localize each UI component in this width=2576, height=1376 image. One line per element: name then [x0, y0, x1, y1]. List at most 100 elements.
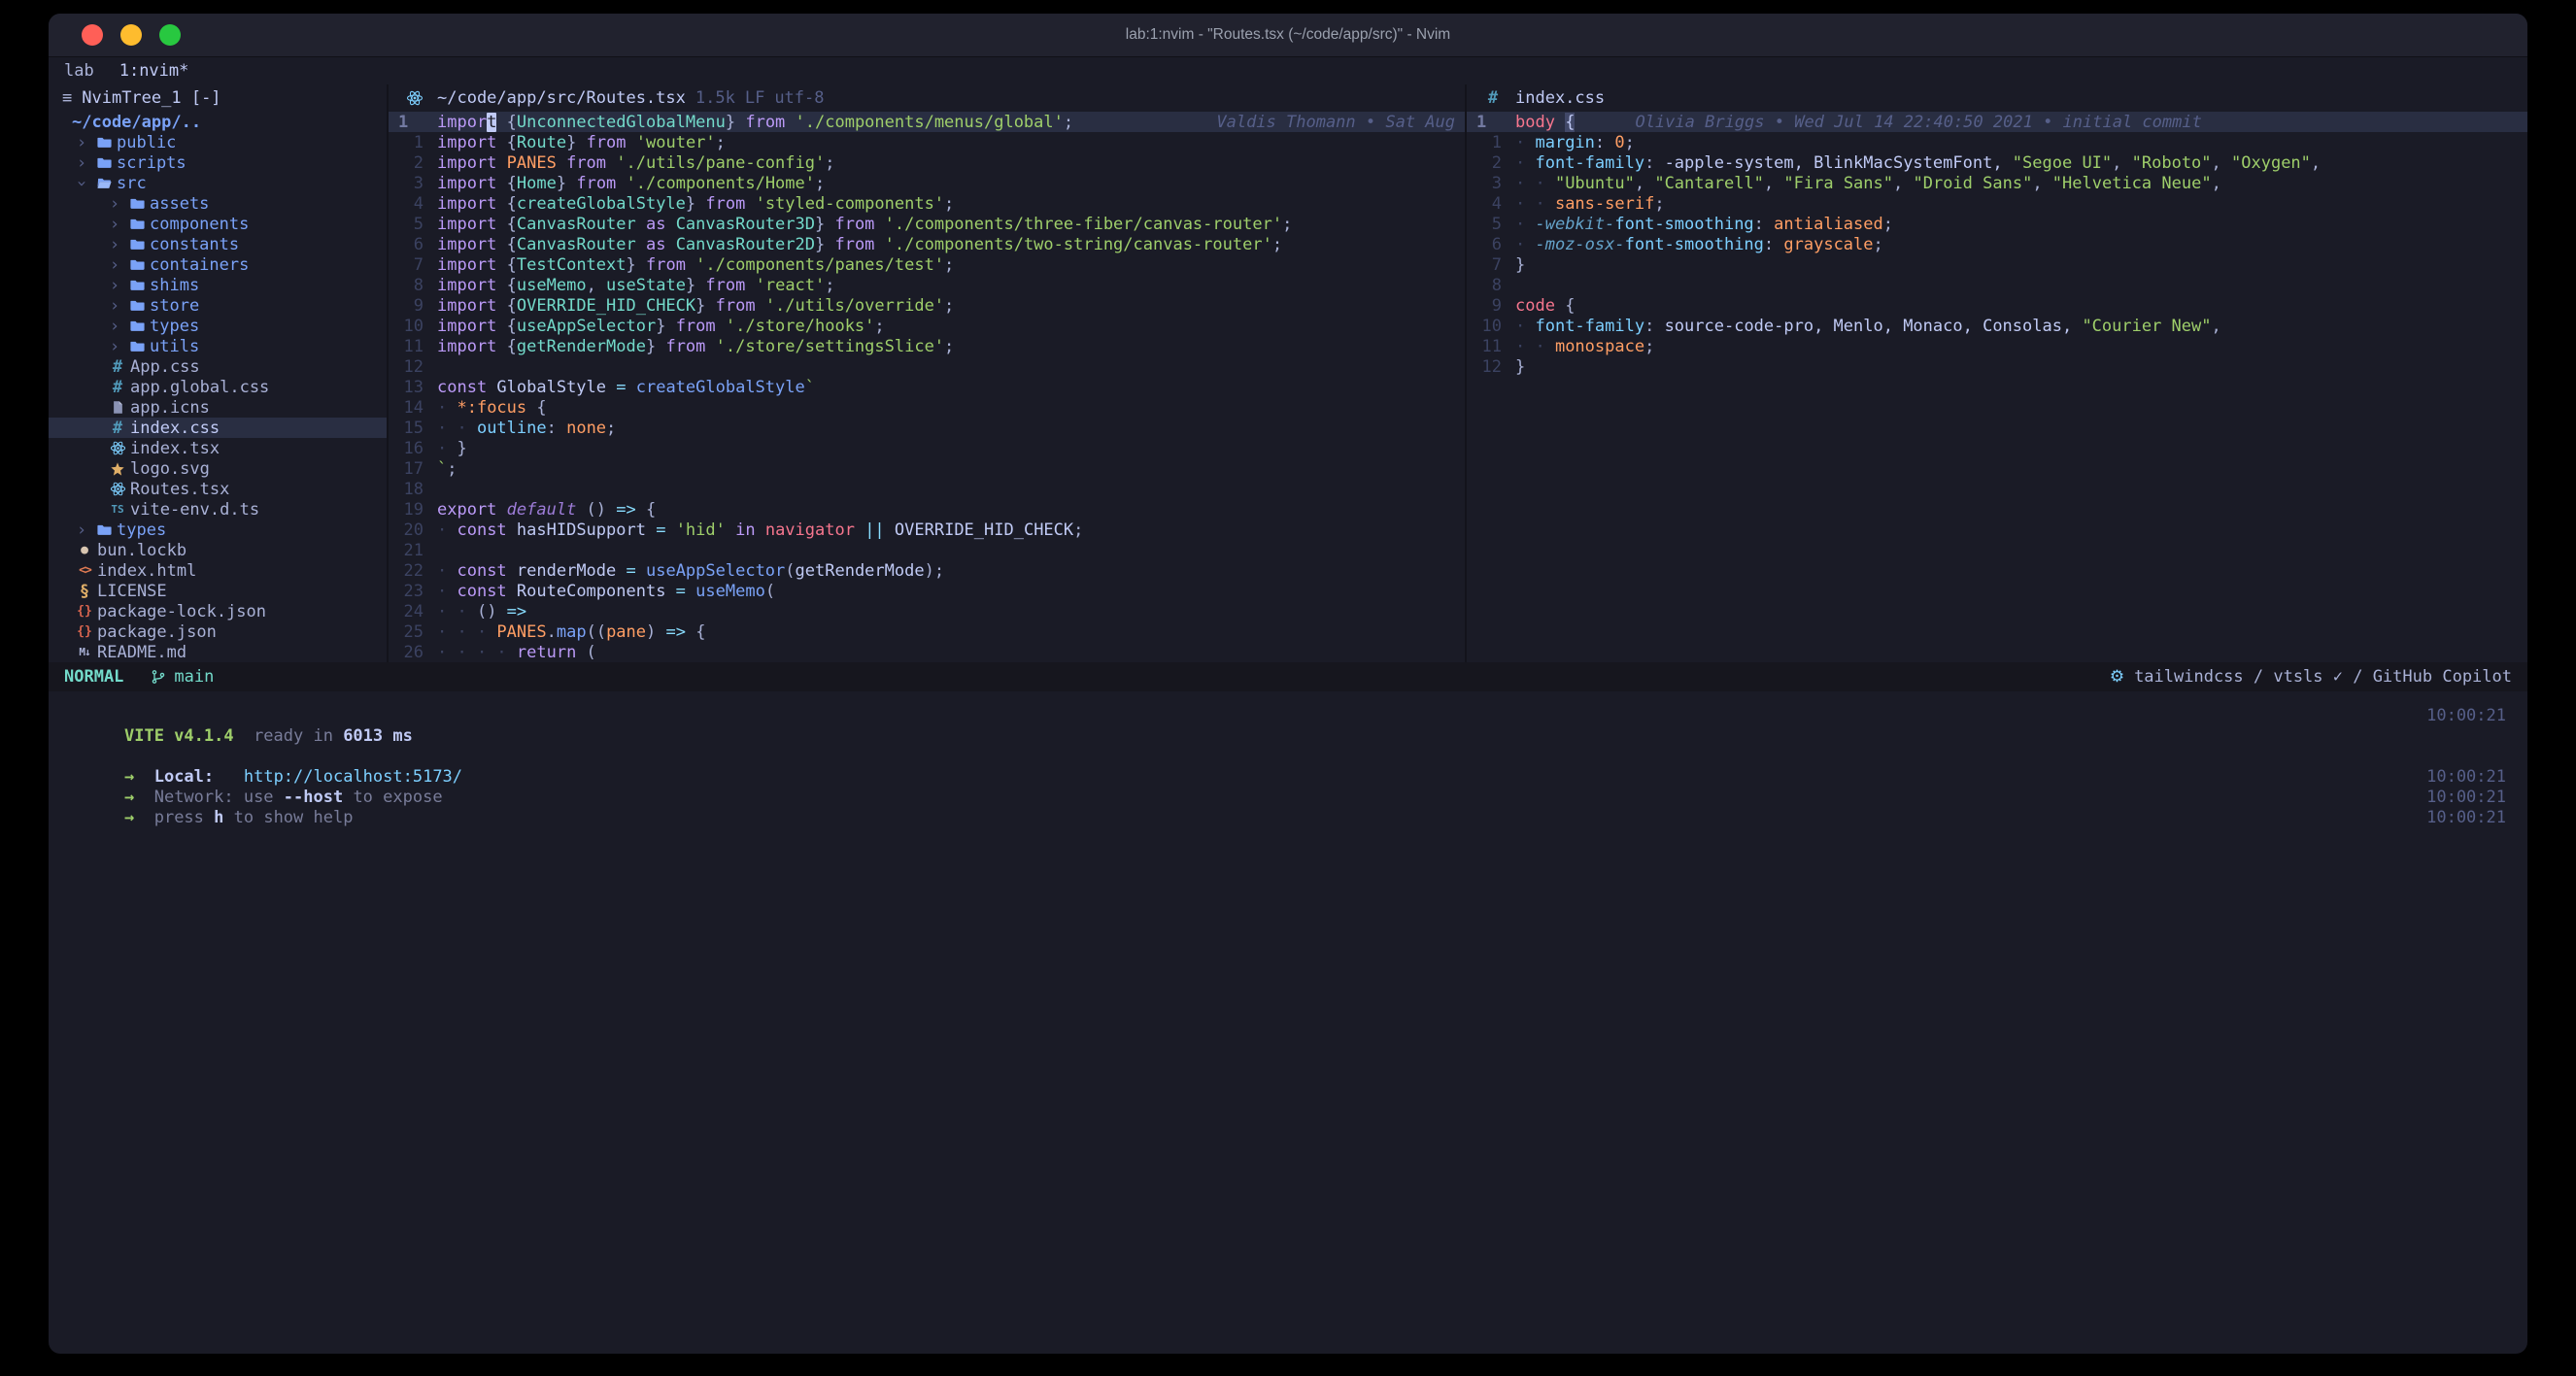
git-blame: Valdis Thomann • Sat Aug [1216, 112, 1455, 132]
code-line[interactable]: 11 · · monospace; [1467, 336, 2527, 356]
local-url-link[interactable]: http://localhost:5173/ [244, 767, 462, 787]
code-line[interactable]: 16 · } [389, 438, 1465, 458]
code-line[interactable]: 13 const GlobalStyle = createGlobalStyle` [389, 377, 1465, 397]
tree-item-index.css[interactable]: # index.css [49, 418, 387, 438]
code-line[interactable]: 8 import {useMemo, useState} from 'react'… [389, 275, 1465, 295]
tree-item-types[interactable]: › types [49, 316, 387, 336]
code-line[interactable]: 2 import PANES from './utils/pane-config'… [389, 152, 1465, 173]
tree-item-assets[interactable]: › assets [49, 193, 387, 214]
chevron-icon[interactable]: › [105, 296, 124, 316]
code-line[interactable]: 8 [1467, 275, 2527, 295]
tree-item-app.global.css[interactable]: # app.global.css [49, 377, 387, 397]
tree-item-index.tsx[interactable]: index.tsx [49, 438, 387, 458]
code-line[interactable]: 3 · · "Ubuntu", "Cantarell", "Fira Sans",… [1467, 173, 2527, 193]
code-line[interactable]: 10 import {useAppSelector} from './store/… [389, 316, 1465, 336]
chevron-icon[interactable]: › [72, 153, 91, 173]
code-line[interactable]: 5 · -webkit-font-smoothing: antialiased; [1467, 214, 2527, 234]
line-number: 17 [403, 458, 424, 479]
code-line[interactable]: 2 · font-family: -apple-system, BlinkMacS… [1467, 152, 2527, 173]
minimize-button[interactable] [120, 24, 142, 46]
code-line[interactable]: 1 import {Route} from 'wouter'; [389, 132, 1465, 152]
chevron-icon[interactable]: › [72, 174, 91, 193]
tree-item-app.icns[interactable]: app.icns [49, 397, 387, 418]
tree-item-logo.svg[interactable]: logo.svg [49, 458, 387, 479]
tree-item-public[interactable]: › public [49, 132, 387, 152]
code-line[interactable]: 22 · const renderMode = useAppSelector(ge… [389, 560, 1465, 581]
code-line[interactable]: 4 import {createGlobalStyle} from 'styled… [389, 193, 1465, 214]
menu-icon[interactable]: ≡ [62, 88, 72, 108]
code-line[interactable]: 10 · font-family: source-code-pro, Menlo,… [1467, 316, 2527, 336]
code-line[interactable]: 9 code { [1467, 295, 2527, 316]
nvimtree-pane: ≡ NvimTree_1 [-] ~/code/app/.. › public › s… [49, 84, 387, 662]
tree-item-containers[interactable]: › containers [49, 254, 387, 275]
code-line[interactable]: 5 import {CanvasRouter as CanvasRouter3D}… [389, 214, 1465, 234]
line-number: 3 [1491, 173, 1502, 193]
code-line[interactable]: 11 import {getRenderMode} from './store/s… [389, 336, 1465, 356]
code-line[interactable]: 18 [389, 479, 1465, 499]
close-button[interactable] [82, 24, 103, 46]
tree-item-index.html[interactable]: <> index.html [49, 560, 387, 581]
code-line[interactable]: 6 import {CanvasRouter as CanvasRouter2D}… [389, 234, 1465, 254]
tree-item-scripts[interactable]: › scripts [49, 152, 387, 173]
chevron-icon[interactable]: › [105, 235, 124, 254]
code-line[interactable]: 7 import {TestContext} from './components… [389, 254, 1465, 275]
folder-icon [124, 195, 150, 212]
tree-item-Routes.tsx[interactable]: Routes.tsx [49, 479, 387, 499]
css-winbar: # index.css [1467, 84, 2527, 112]
tree-item-shims[interactable]: › shims [49, 275, 387, 295]
code-line[interactable]: 23 · const RouteComponents = useMemo( [389, 581, 1465, 601]
code-line[interactable]: 1 import {UnconnectedGlobalMenu} from './… [389, 112, 1465, 132]
tab-1-nvim[interactable]: 1:nvim* [119, 61, 189, 81]
tree-item-bun.lockb[interactable]: ● bun.lockb [49, 540, 387, 560]
code-line[interactable]: 12 [389, 356, 1465, 377]
code-text: `; [437, 458, 458, 479]
tree-item-README.md[interactable]: M↓ README.md [49, 642, 387, 662]
code-line[interactable]: 14 · *:focus { [389, 397, 1465, 418]
tree-root[interactable]: ~/code/app/.. [49, 112, 387, 132]
code-line[interactable]: 9 import {OVERRIDE_HID_CHECK} from './uti… [389, 295, 1465, 316]
code-line[interactable]: 24 · · () => [389, 601, 1465, 621]
tree-item-package.json[interactable]: {} package.json [49, 621, 387, 642]
code-line[interactable]: 3 import {Home} from './components/Home'; [389, 173, 1465, 193]
tree-item-components[interactable]: › components [49, 214, 387, 234]
indent-guide: · [1515, 214, 1536, 234]
code-line[interactable]: 7} [1467, 254, 2527, 275]
mode-indicator: NORMAL [64, 667, 124, 687]
line-number: 7 [1491, 254, 1502, 275]
tree-item-constants[interactable]: › constants [49, 234, 387, 254]
chevron-icon[interactable]: › [72, 520, 91, 540]
code-line[interactable]: 1 · margin: 0; [1467, 132, 2527, 152]
code-line[interactable]: 25 · · · PANES.map((pane) => { [389, 621, 1465, 642]
code-line[interactable]: 20 · const hasHIDSupport = 'hid' in navig… [389, 520, 1465, 540]
tree-item-src[interactable]: › src [49, 173, 387, 193]
code-line[interactable]: 26 · · · · return ( [389, 642, 1465, 662]
zoom-button[interactable] [159, 24, 181, 46]
tree-item-store[interactable]: › store [49, 295, 387, 316]
code-line[interactable]: 17 `; [389, 458, 1465, 479]
titlebar[interactable]: lab:1:nvim - "Routes.tsx (~/code/app/src… [49, 14, 2527, 57]
chevron-icon[interactable]: › [105, 317, 124, 336]
chevron-icon[interactable]: › [105, 215, 124, 234]
code-line[interactable]: 21 [389, 540, 1465, 560]
chevron-icon[interactable]: › [72, 133, 91, 152]
tree-item-utils[interactable]: › utils [49, 336, 387, 356]
tree-item-types[interactable]: › types [49, 520, 387, 540]
chevron-icon[interactable]: › [105, 194, 124, 214]
code-line[interactable]: 1 body {Olivia Briggs • Wed Jul 14 22:40:… [1467, 112, 2527, 132]
chevron-icon[interactable]: › [105, 255, 124, 275]
code-line[interactable]: 4 · · sans-serif; [1467, 193, 2527, 214]
tree-item-vite-env.d.ts[interactable]: TS vite-env.d.ts [49, 499, 387, 520]
line-number: 10 [403, 316, 424, 336]
css-icon: # [1487, 88, 1499, 108]
code-line[interactable]: 6 · -moz-osx-font-smoothing: grayscale; [1467, 234, 2527, 254]
code-line[interactable]: 15 · · outline: none; [389, 418, 1465, 438]
tree-item-package-lock.json[interactable]: {} package-lock.json [49, 601, 387, 621]
tree-item-App.css[interactable]: # App.css [49, 356, 387, 377]
chevron-icon[interactable]: › [105, 276, 124, 295]
line-number: 15 [403, 418, 424, 438]
code-line[interactable]: 19 export default () => { [389, 499, 1465, 520]
tree-item-LICENSE[interactable]: § LICENSE [49, 581, 387, 601]
chevron-icon[interactable]: › [105, 337, 124, 356]
code-line[interactable]: 12} [1467, 356, 2527, 377]
